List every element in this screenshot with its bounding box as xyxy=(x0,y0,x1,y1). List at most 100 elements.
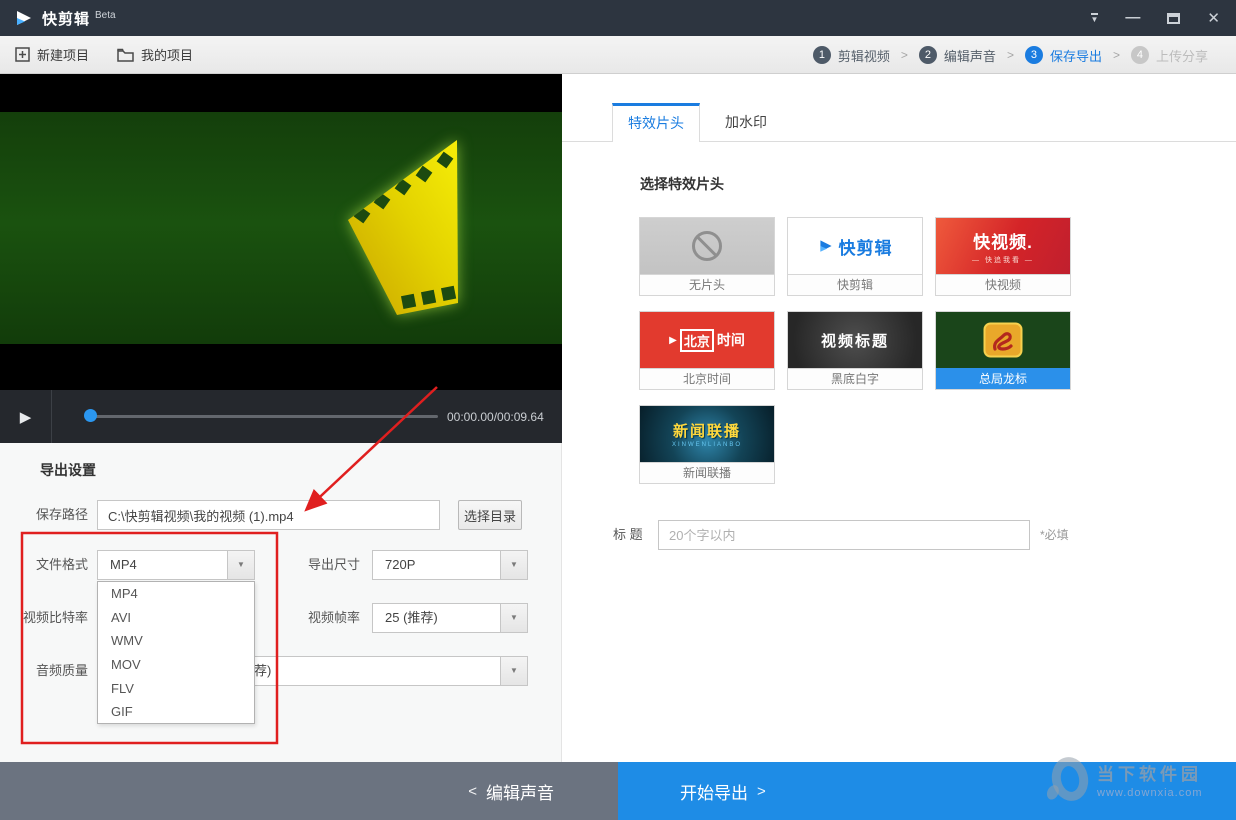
intro-black-title[interactable]: 视频标题 黑底白字 xyxy=(787,311,923,390)
edit-audio-label: 编辑声音 xyxy=(486,779,554,804)
step-number: 4 xyxy=(1131,46,1149,64)
export-settings-panel: 导出设置 保存路径 选择目录 文件格式 MP4 ▼ 导出尺寸 720P ▼ 视频… xyxy=(0,443,562,762)
intro-dragon-seal[interactable]: 总局龙标 xyxy=(935,311,1071,390)
format-option-gif[interactable]: GIF xyxy=(98,700,254,724)
no-intro-icon xyxy=(692,231,722,261)
chevron-down-icon[interactable]: ▼ xyxy=(500,551,527,579)
video-framerate-label: 视频帧率 xyxy=(284,603,360,633)
video-framerate-select[interactable]: 25 (推荐) ▼ xyxy=(372,603,528,633)
folder-icon xyxy=(117,48,134,62)
choose-intro-title: 选择特效片头 xyxy=(640,174,724,194)
beijing-play-icon: ▶ xyxy=(669,335,677,346)
kuaijianji-logo-text: 快剪辑 xyxy=(839,234,893,259)
wizard-steps: 1 剪辑视频 > 2 编辑声音 > 3 保存导出 > 4 上传分享 xyxy=(813,36,1208,74)
step-number: 1 xyxy=(813,46,831,64)
menu-icon[interactable]: ▼ xyxy=(1091,13,1099,24)
beijing-text: 时间 xyxy=(717,330,745,350)
file-format-dropdown: MP4 AVI WMV MOV FLV GIF xyxy=(97,581,255,724)
my-projects-label: 我的项目 xyxy=(141,45,193,64)
new-project-label: 新建项目 xyxy=(37,45,89,64)
step-separator-icon: > xyxy=(1007,48,1014,62)
playback-bar: ▶ 00:00.00/00:09.64 xyxy=(0,390,562,443)
step-number: 3 xyxy=(1025,46,1043,64)
format-option-avi[interactable]: AVI xyxy=(98,606,254,630)
step-cut-video[interactable]: 1 剪辑视频 xyxy=(813,46,890,65)
effects-panel: 特效片头 加水印 选择特效片头 无片头 快剪辑 快剪辑 快视频. — 快追我看 … xyxy=(562,74,1236,762)
tab-intro-effects[interactable]: 特效片头 xyxy=(612,103,700,142)
step-edit-audio[interactable]: 2 编辑声音 xyxy=(919,46,996,65)
app-title: 快剪辑 xyxy=(42,8,90,29)
intro-kuaishipin[interactable]: 快视频. — 快追我看 — 快视频 xyxy=(935,217,1071,296)
footer-bar: < 编辑声音 开始导出 > xyxy=(0,762,1236,820)
intro-label: 快剪辑 xyxy=(788,274,922,295)
toolbar: 新建项目 我的项目 1 剪辑视频 > 2 编辑声音 > 3 保存导出 > 4 xyxy=(0,36,1236,74)
export-settings-title: 导出设置 xyxy=(40,460,96,480)
new-project-icon xyxy=(15,47,30,62)
chevron-down-icon[interactable]: ▼ xyxy=(500,604,527,632)
step-label: 编辑声音 xyxy=(944,46,996,65)
intro-beijing-time[interactable]: ▶ 北京 时间 北京时间 xyxy=(639,311,775,390)
export-size-label: 导出尺寸 xyxy=(284,550,360,580)
video-bitrate-label: 视频比特率 xyxy=(0,603,88,633)
seek-handle[interactable] xyxy=(84,409,97,422)
step-upload-share[interactable]: 4 上传分享 xyxy=(1131,46,1208,65)
save-path-label: 保存路径 xyxy=(0,500,88,530)
close-button[interactable]: ✕ xyxy=(1207,9,1220,27)
step-label: 剪辑视频 xyxy=(838,46,890,65)
dragon-seal-icon xyxy=(983,322,1023,358)
intro-label: 快视频 xyxy=(936,274,1070,295)
black-title-text: 视频标题 xyxy=(821,330,889,351)
intro-label-selected: 总局龙标 xyxy=(936,368,1070,389)
chevron-right-icon: > xyxy=(757,783,766,800)
intro-xinwenlianbo[interactable]: 新闻联播 XINWENLIANBO 新闻联播 xyxy=(639,405,775,484)
new-project-button[interactable]: 新建项目 xyxy=(15,45,89,64)
chevron-down-icon[interactable]: ▼ xyxy=(227,551,254,579)
file-format-label: 文件格式 xyxy=(0,550,88,580)
audio-quality-label: 音频质量 xyxy=(0,656,88,686)
format-option-flv[interactable]: FLV xyxy=(98,677,254,701)
format-option-wmv[interactable]: WMV xyxy=(98,629,254,653)
app-logo-icon xyxy=(14,8,34,28)
video-framerate-value: 25 (推荐) xyxy=(385,604,438,632)
beta-badge: Beta xyxy=(95,10,116,21)
minimize-button[interactable]: — xyxy=(1125,13,1140,23)
intro-label: 无片头 xyxy=(640,274,774,295)
maximize-icon xyxy=(1167,13,1180,24)
step-separator-icon: > xyxy=(1113,48,1120,62)
export-size-value: 720P xyxy=(385,551,415,579)
intro-kuaijianji[interactable]: 快剪辑 快剪辑 xyxy=(787,217,923,296)
export-size-select[interactable]: 720P ▼ xyxy=(372,550,528,580)
intro-none[interactable]: 无片头 xyxy=(639,217,775,296)
chevron-down-icon[interactable]: ▼ xyxy=(500,657,527,685)
kuaishipin-tagline: — 快追我看 — xyxy=(972,255,1034,265)
start-export-button[interactable]: 开始导出 > xyxy=(618,762,1236,820)
kuaishipin-logo-text: 快视频. xyxy=(973,228,1033,253)
tab-watermark[interactable]: 加水印 xyxy=(700,103,792,141)
edit-audio-back-button[interactable]: < 编辑声音 xyxy=(0,762,618,820)
step-label: 上传分享 xyxy=(1156,46,1208,65)
xinwen-subtext: XINWENLIANBO xyxy=(672,442,742,448)
video-title-label: 标 题 xyxy=(613,520,643,550)
my-projects-button[interactable]: 我的项目 xyxy=(117,45,193,64)
step-save-export[interactable]: 3 保存导出 xyxy=(1025,46,1102,65)
save-path-input[interactable] xyxy=(97,500,440,530)
audio-quality-value: 荐) xyxy=(254,657,271,685)
format-option-mov[interactable]: MOV xyxy=(98,653,254,677)
start-export-label: 开始导出 xyxy=(680,779,748,804)
step-number: 2 xyxy=(919,46,937,64)
maximize-button[interactable] xyxy=(1167,13,1180,24)
intro-label: 北京时间 xyxy=(640,368,774,389)
step-label: 保存导出 xyxy=(1050,46,1102,65)
title-bar: 快剪辑 Beta ▼ — ✕ xyxy=(0,0,1236,36)
video-title-input[interactable] xyxy=(658,520,1030,550)
format-option-mp4[interactable]: MP4 xyxy=(98,582,254,606)
time-display: 00:00.00/00:09.64 xyxy=(447,410,544,424)
video-preview xyxy=(0,74,562,390)
intro-label: 黑底白字 xyxy=(788,368,922,389)
beijing-boxed-text: 北京 xyxy=(680,329,714,352)
file-format-select[interactable]: MP4 ▼ xyxy=(97,550,255,580)
play-button[interactable]: ▶ xyxy=(0,390,52,443)
seek-bar[interactable] xyxy=(88,415,438,418)
required-note: *必填 xyxy=(1040,520,1069,550)
choose-directory-button[interactable]: 选择目录 xyxy=(458,500,522,530)
